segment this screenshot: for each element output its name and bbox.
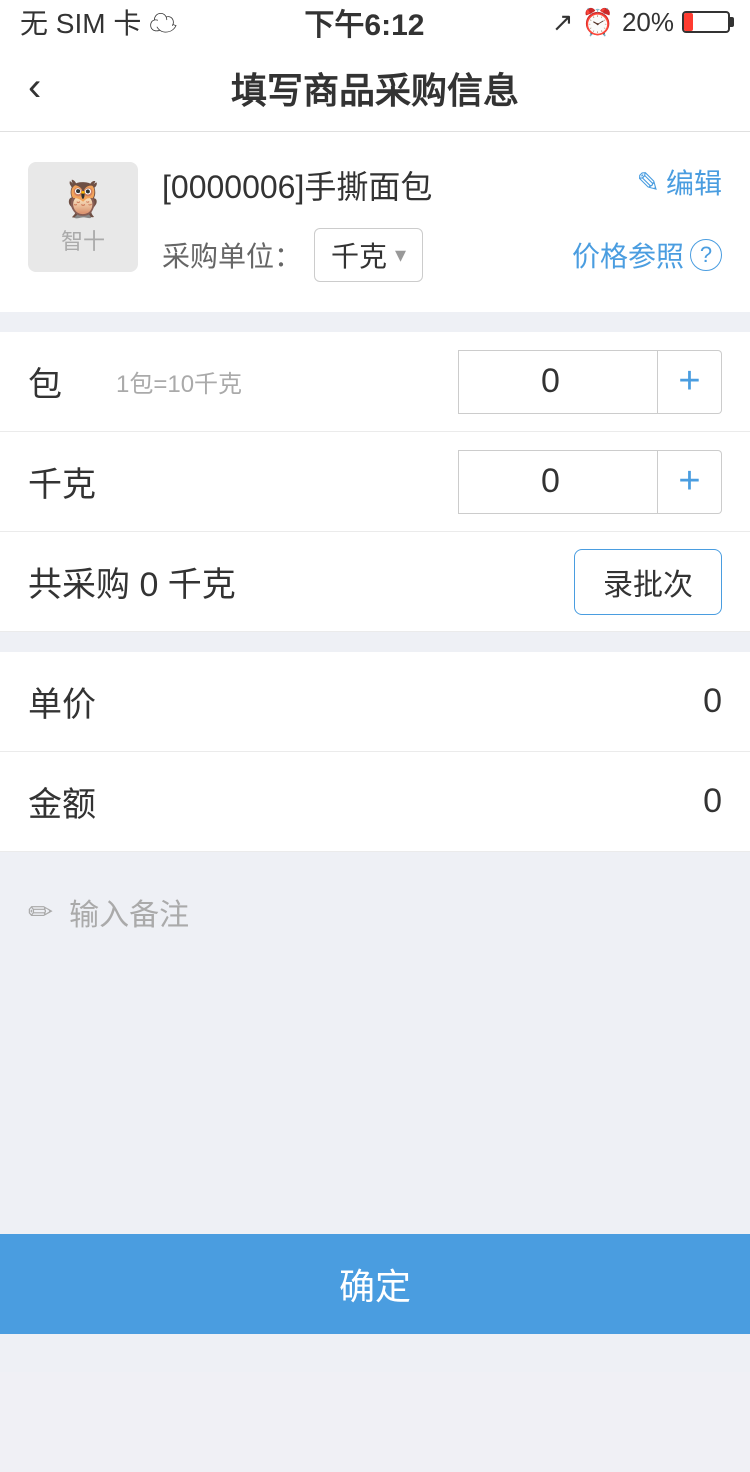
amount-row: 金额 0 [0, 752, 750, 852]
unit-dropdown-arrow-icon: ▾ [395, 242, 406, 268]
price-ref-help-icon: ? [690, 239, 722, 271]
unit-label: 采购单位： [162, 235, 302, 275]
remark-section[interactable]: ✏ 输入备注 [0, 852, 750, 972]
pencil-icon: ✏ [28, 895, 53, 930]
batch-button[interactable]: 录批次 [574, 549, 722, 615]
unit-price-label: 单价 [28, 677, 96, 726]
bag-input-right: + [458, 350, 722, 414]
bag-label: 包 [28, 357, 108, 406]
amount-label: 金额 [28, 777, 96, 826]
battery-icon [682, 11, 730, 33]
edit-button[interactable]: ✎ 编辑 [637, 162, 722, 202]
confirm-button[interactable]: 确定 [0, 1234, 750, 1334]
bag-plus-button[interactable]: + [658, 350, 722, 414]
status-time: 下午6:12 [304, 0, 424, 44]
price-section: 单价 0 金额 0 [0, 652, 750, 852]
unit-value: 千克 [331, 235, 387, 275]
page-title: 填写商品采购信息 [231, 62, 519, 114]
summary-row: 共采购 0 千克 录批次 [0, 532, 750, 632]
kg-quantity-input[interactable] [458, 450, 658, 514]
remark-placeholder: 输入备注 [69, 890, 189, 934]
unit-price-value: 0 [703, 682, 722, 721]
product-unit-row: 采购单位： 千克 ▾ 价格参照 ? [162, 228, 722, 282]
bag-input-section: 包 1包=10千克 + 千克 + 共采购 0 千克 录批次 [0, 332, 750, 632]
product-header: [0000006]手撕面包 ✎ 编辑 [162, 162, 722, 208]
product-info: [0000006]手撕面包 ✎ 编辑 采购单位： 千克 ▾ 价格参照 ? [162, 162, 722, 282]
alarm-icon: ⏰ [582, 7, 614, 38]
unit-selector-group: 采购单位： 千克 ▾ [162, 228, 423, 282]
nav-bar: ‹ 填写商品采购信息 [0, 44, 750, 132]
kg-plus-button[interactable]: + [658, 450, 722, 514]
edit-icon: ✎ [637, 166, 660, 199]
sim-status: 无 SIM 卡 ☁ [20, 2, 177, 42]
summary-text: 共采购 0 千克 [28, 557, 236, 606]
bag-sub-label: 1包=10千克 [116, 364, 458, 399]
price-ref-button[interactable]: 价格参照 ? [572, 235, 722, 275]
battery-percent: 20% [622, 7, 674, 38]
status-left: 无 SIM 卡 ☁ [20, 2, 177, 42]
product-image-brand: 智十 [61, 224, 105, 256]
product-image-owl-icon: 🦉 [61, 178, 106, 220]
unit-select[interactable]: 千克 ▾ [314, 228, 423, 282]
unit-price-row: 单价 0 [0, 652, 750, 752]
product-image: 🦉 智十 [28, 162, 138, 272]
back-button[interactable]: ‹ [28, 65, 41, 110]
kg-input-row: 千克 + [0, 432, 750, 532]
section-divider-2 [0, 632, 750, 652]
product-card: 🦉 智十 [0000006]手撕面包 ✎ 编辑 采购单位： 千克 ▾ [0, 132, 750, 312]
bag-quantity-input[interactable] [458, 350, 658, 414]
amount-value: 0 [703, 782, 722, 821]
bag-input-row: 包 1包=10千克 + [0, 332, 750, 432]
status-bar: 无 SIM 卡 ☁ 下午6:12 ↗ ⏰ 20% [0, 0, 750, 44]
kg-input-right: + [458, 450, 722, 514]
edit-label: 编辑 [666, 162, 722, 202]
status-right: ↗ ⏰ 20% [552, 7, 730, 38]
battery-fill [684, 13, 693, 31]
kg-label: 千克 [28, 457, 108, 506]
price-ref-label: 价格参照 [572, 235, 684, 275]
section-divider-1 [0, 312, 750, 332]
product-name: [0000006]手撕面包 [162, 162, 637, 208]
location-icon: ↗ [552, 7, 574, 38]
